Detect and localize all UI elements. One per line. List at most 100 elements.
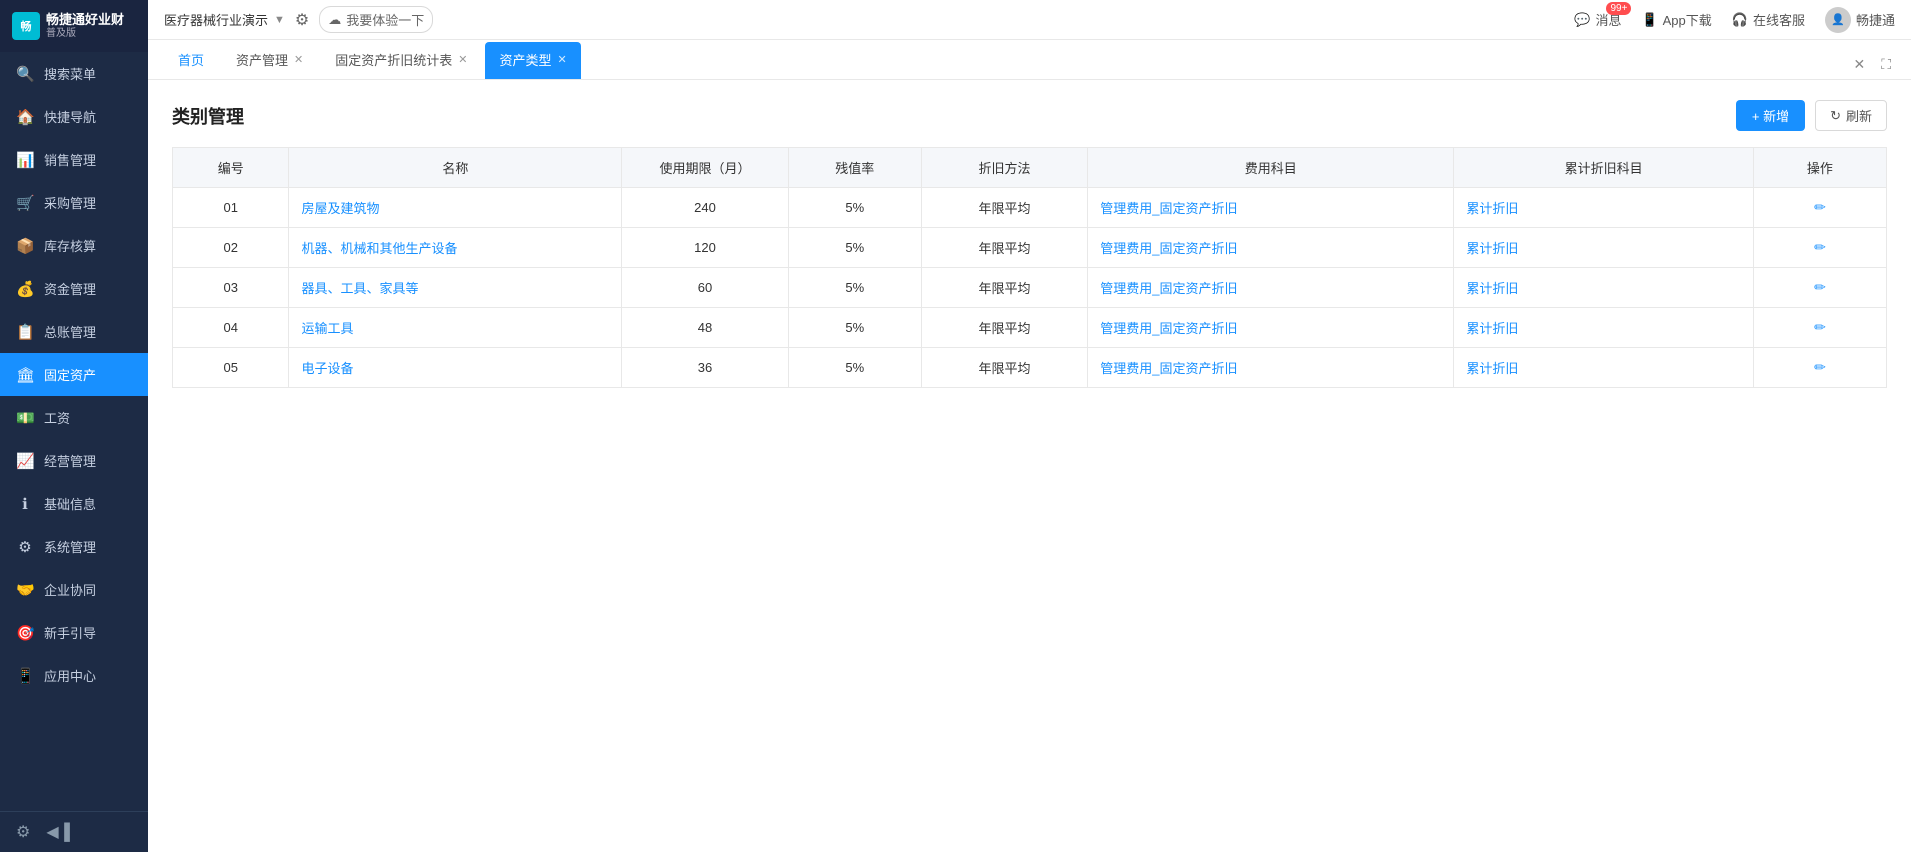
home-icon: 🏠 [16,108,34,126]
table-row: 03 器具、工具、家具等 60 5% 年限平均 管理费用_固定资产折旧 累计折旧… [173,268,1887,308]
cell-method: 年限平均 [921,348,1087,388]
accum-link[interactable]: 累计折旧 [1466,201,1518,216]
sidebar-item-label: 基础信息 [44,494,96,513]
cell-action: ✏ [1753,268,1886,308]
headset-icon: 🎧 [1732,12,1748,28]
expense-link[interactable]: 管理费用_固定资产折旧 [1100,201,1237,216]
chevron-down-icon: ▼ [274,14,285,26]
sidebar-item-label: 资金管理 [44,279,96,298]
edit-button[interactable]: ✏ [1814,239,1826,255]
sidebar-item-sales[interactable]: 📊 销售管理 [0,138,148,181]
avatar: 👤 [1825,7,1851,33]
cell-name: 器具、工具、家具等 [289,268,622,308]
sidebar-item-ledger[interactable]: 📋 总账管理 [0,310,148,353]
cell-expense: 管理费用_固定资产折旧 [1088,308,1454,348]
collapse-button[interactable]: ◀▐ [46,822,70,842]
cell-accum: 累计折旧 [1454,308,1754,348]
user-menu[interactable]: 👤 畅捷通 [1825,7,1895,33]
sidebar-item-quicknav[interactable]: 🏠 快捷导航 [0,95,148,138]
sidebar-item-label: 快捷导航 [44,107,96,126]
close-tab-depreciation[interactable]: ✕ [458,53,467,66]
logo-title: 畅捷通好业财 [46,12,124,28]
sidebar-item-apps[interactable]: 📱 应用中心 [0,654,148,697]
tab-depreciation[interactable]: 固定资产折旧统计表 ✕ [321,42,481,79]
main-area: 医疗器械行业演示 ▼ ⚙ ☁ 我要体验一下 💬 消息 99+ 📱 App下载 [148,0,1911,852]
messages-button[interactable]: 💬 消息 99+ [1574,10,1621,29]
mobile-icon: 📱 [1641,12,1657,28]
expense-link[interactable]: 管理费用_固定资产折旧 [1100,361,1237,376]
expense-link[interactable]: 管理费用_固定资产折旧 [1100,281,1237,296]
cell-action: ✏ [1753,308,1886,348]
cell-method: 年限平均 [921,268,1087,308]
row-name-link[interactable]: 机器、机械和其他生产设备 [301,241,457,256]
online-service-button[interactable]: 🎧 在线客服 [1732,10,1805,29]
cell-residual: 5% [788,268,921,308]
demo-name: 医疗器械行业演示 [164,10,268,29]
sidebar-item-search[interactable]: 🔍 搜索菜单 [0,52,148,95]
close-tab-asset-type[interactable]: ✕ [558,53,567,66]
sales-icon: 📊 [16,151,34,169]
edit-button[interactable]: ✏ [1814,279,1826,295]
col-header-name: 名称 [289,148,622,188]
expense-link[interactable]: 管理费用_固定资产折旧 [1100,241,1237,256]
accum-link[interactable]: 累计折旧 [1466,241,1518,256]
cell-action: ✏ [1753,348,1886,388]
sidebar-item-capital[interactable]: 💰 资金管理 [0,267,148,310]
maximize-button[interactable]: ⛶ [1877,54,1895,75]
content-actions: + 新增 ↻ 刷新 [1736,100,1887,131]
messages-badge: 99+ [1606,2,1631,15]
cell-name: 房屋及建筑物 [289,188,622,228]
cloud-icon: ☁ [328,12,341,28]
tab-assets[interactable]: 资产管理 ✕ [222,42,317,79]
edit-button[interactable]: ✏ [1814,319,1826,335]
sidebar-item-enterprise[interactable]: 🤝 企业协同 [0,568,148,611]
tab-home[interactable]: 首页 [164,42,218,79]
row-name-link[interactable]: 器具、工具、家具等 [301,281,418,296]
cell-id: 05 [173,348,289,388]
accum-link[interactable]: 累计折旧 [1466,361,1518,376]
app-download-button[interactable]: 📱 App下载 [1641,10,1711,29]
cell-method: 年限平均 [921,308,1087,348]
capital-icon: 💰 [16,280,34,298]
settings-button[interactable]: ⚙ [16,822,30,842]
cell-residual: 5% [788,348,921,388]
row-name-link[interactable]: 电子设备 [301,361,353,376]
data-table: 编号 名称 使用期限（月） 残值率 折旧方法 费用科目 累计折旧科目 操作 01… [172,147,1887,388]
sidebar-item-basic[interactable]: ℹ 基础信息 [0,482,148,525]
demo-selector[interactable]: 医疗器械行业演示 ▼ [164,10,285,29]
sidebar-item-operation[interactable]: 📈 经营管理 [0,439,148,482]
accum-link[interactable]: 累计折旧 [1466,321,1518,336]
guide-icon: 🎯 [16,624,34,642]
cell-method: 年限平均 [921,228,1087,268]
logo-subtitle: 普及版 [46,28,124,40]
edit-button[interactable]: ✏ [1814,359,1826,375]
sidebar-item-salary[interactable]: 💵 工资 [0,396,148,439]
close-tab-assets[interactable]: ✕ [294,53,303,66]
new-button[interactable]: + 新增 [1736,100,1805,131]
close-window-button[interactable]: ✕ [1849,54,1869,75]
sidebar-item-guide[interactable]: 🎯 新手引导 [0,611,148,654]
table-body: 01 房屋及建筑物 240 5% 年限平均 管理费用_固定资产折旧 累计折旧 ✏… [173,188,1887,388]
table-row: 04 运输工具 48 5% 年限平均 管理费用_固定资产折旧 累计折旧 ✏ [173,308,1887,348]
gear-icon[interactable]: ⚙ [295,10,309,30]
cell-period: 48 [622,308,788,348]
sidebar-item-label: 工资 [44,408,70,427]
row-name-link[interactable]: 运输工具 [301,321,353,336]
expense-link[interactable]: 管理费用_固定资产折旧 [1100,321,1237,336]
sidebar-item-fixed[interactable]: 🏛 固定资产 [0,353,148,396]
cell-expense: 管理费用_固定资产折旧 [1088,188,1454,228]
sidebar-item-inventory[interactable]: 📦 库存核算 [0,224,148,267]
sidebar-item-system[interactable]: ⚙ 系统管理 [0,525,148,568]
cell-name: 电子设备 [289,348,622,388]
row-name-link[interactable]: 房屋及建筑物 [301,201,379,216]
sidebar-item-purchase[interactable]: 🛒 采购管理 [0,181,148,224]
cell-period: 120 [622,228,788,268]
accum-link[interactable]: 累计折旧 [1466,281,1518,296]
cell-id: 02 [173,228,289,268]
edit-button[interactable]: ✏ [1814,199,1826,215]
tab-asset-type[interactable]: 资产类型 ✕ [485,42,580,79]
col-header-accum: 累计折旧科目 [1454,148,1754,188]
trial-button[interactable]: ☁ 我要体验一下 [319,6,433,33]
sidebar-item-label: 企业协同 [44,580,96,599]
refresh-button[interactable]: ↻ 刷新 [1815,100,1887,131]
